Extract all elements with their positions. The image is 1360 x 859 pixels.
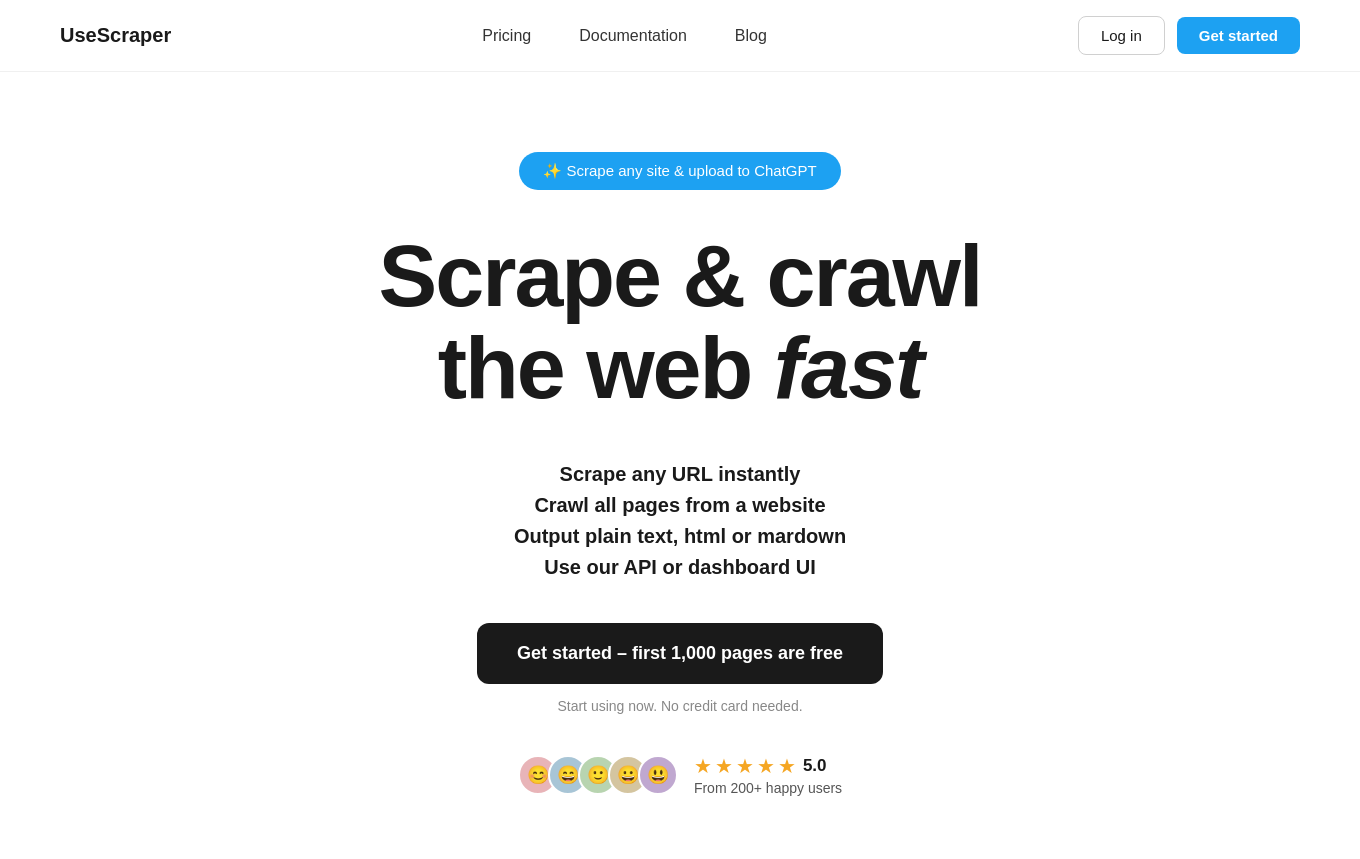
nav-documentation[interactable]: Documentation [579, 27, 687, 45]
hero-title: Scrape & crawl the web fast [379, 230, 982, 415]
rating-score: 5.0 [803, 756, 827, 776]
hero-feature-4: Use our API or dashboard UI [514, 556, 846, 579]
hero-features: Scrape any URL instantly Crawl all pages… [514, 463, 846, 579]
navbar-actions: Log in Get started [1078, 16, 1300, 55]
star-4: ★ [757, 754, 775, 778]
star-5: ★ [778, 754, 796, 778]
star-2: ★ [715, 754, 733, 778]
nav-links: Pricing Documentation Blog [482, 27, 767, 45]
hero-section: ✨ Scrape any site & upload to ChatGPT Sc… [0, 72, 1360, 836]
hero-title-line1: Scrape & crawl [379, 226, 982, 325]
nav-pricing[interactable]: Pricing [482, 27, 531, 45]
stars: ★ ★ ★ ★ ★ 5.0 [694, 754, 827, 778]
login-button[interactable]: Log in [1078, 16, 1165, 55]
social-proof: 😊 😄 🙂 😀 😃 ★ ★ ★ ★ ★ 5.0 [518, 754, 842, 796]
navbar: UseScraper Pricing Documentation Blog Lo… [0, 0, 1360, 72]
avatar-group: 😊 😄 🙂 😀 😃 [518, 755, 678, 795]
star-3: ★ [736, 754, 754, 778]
cta-button[interactable]: Get started – first 1,000 pages are free [477, 623, 883, 684]
hero-feature-3: Output plain text, html or mardown [514, 525, 846, 548]
hero-subtext: Start using now. No credit card needed. [557, 698, 802, 714]
nav-blog[interactable]: Blog [735, 27, 767, 45]
hero-badge[interactable]: ✨ Scrape any site & upload to ChatGPT [519, 152, 840, 190]
logo[interactable]: UseScraper [60, 24, 171, 47]
avatar-5: 😃 [638, 755, 678, 795]
rating-description: From 200+ happy users [694, 780, 842, 796]
rating-info: ★ ★ ★ ★ ★ 5.0 From 200+ happy users [694, 754, 842, 796]
hero-feature-2: Crawl all pages from a website [514, 494, 846, 517]
hero-title-italic: fast [774, 318, 923, 417]
hero-feature-1: Scrape any URL instantly [514, 463, 846, 486]
star-1: ★ [694, 754, 712, 778]
hero-title-line2: the web [438, 318, 774, 417]
get-started-nav-button[interactable]: Get started [1177, 17, 1300, 54]
